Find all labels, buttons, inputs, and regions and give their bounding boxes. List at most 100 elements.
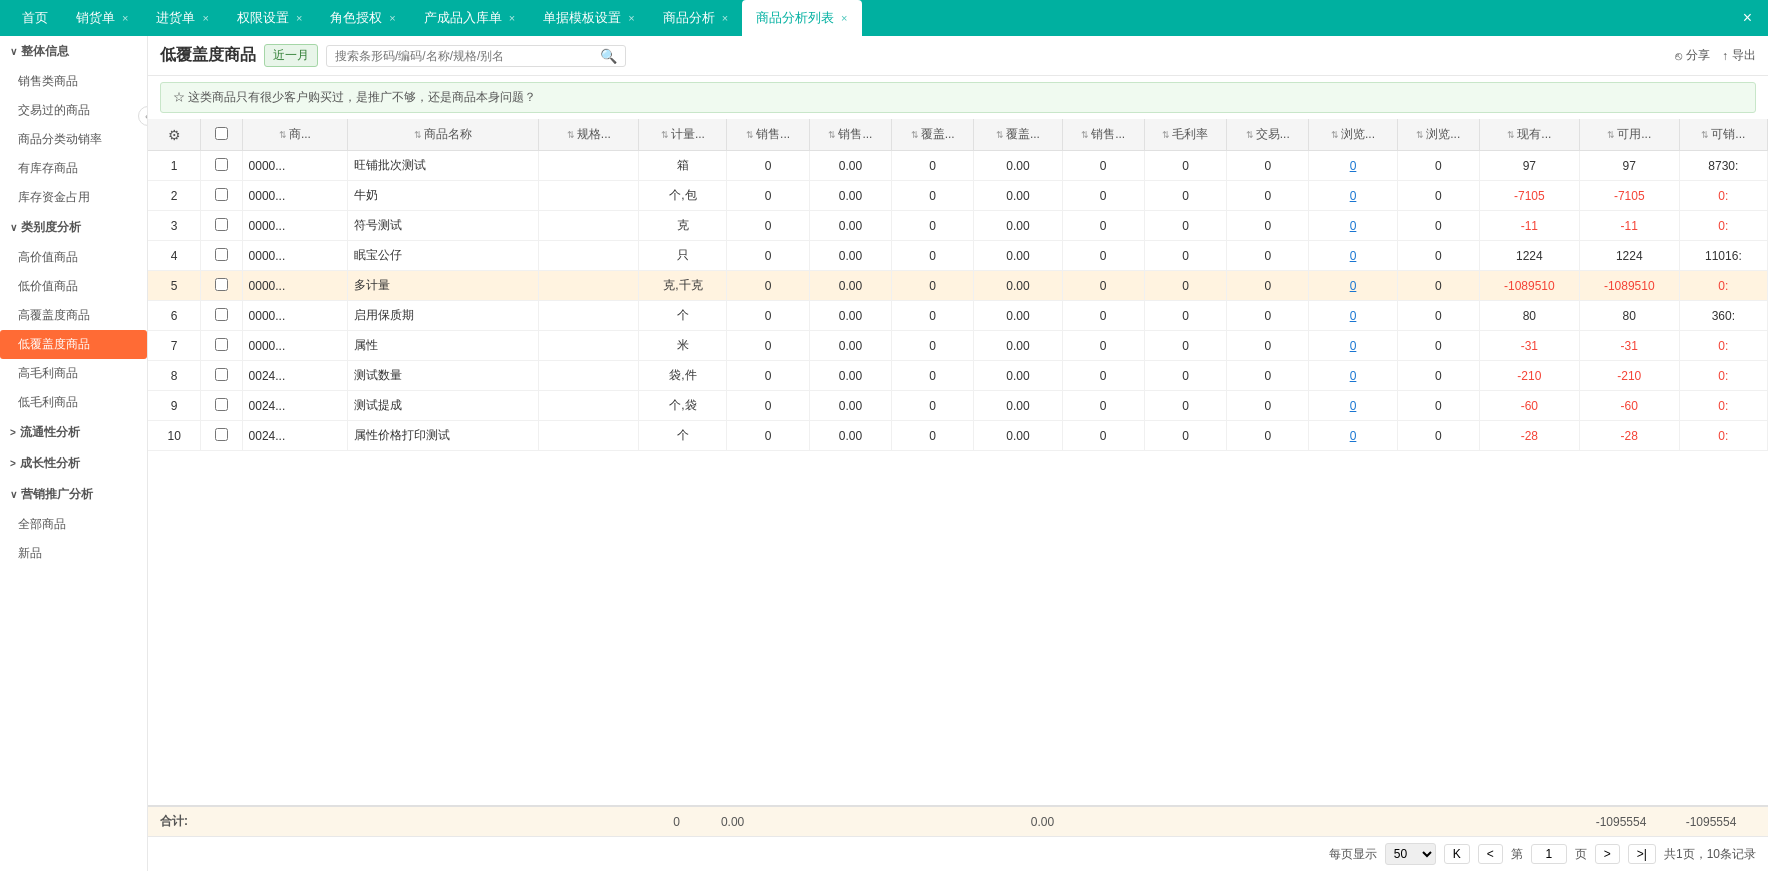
sidebar-item-low-coverage[interactable]: 低覆盖度商品 [0, 330, 147, 359]
th-cover-amt[interactable]: ⇅覆盖... [974, 119, 1062, 151]
first-page-button[interactable]: K [1444, 844, 1470, 864]
cell-browse1[interactable]: 0 [1309, 421, 1397, 451]
nav-permission[interactable]: 权限设置 × [223, 0, 316, 36]
sidebar-section-overall[interactable]: ∨ 整体信息 [0, 36, 147, 67]
sidebar-section-category[interactable]: ∨ 类别度分析 [0, 212, 147, 243]
row-checkbox[interactable] [215, 338, 228, 351]
nav-purchase[interactable]: 进货单 × [142, 0, 222, 36]
row-checkbox[interactable] [215, 248, 228, 261]
sidebar-item-low-margin[interactable]: 低毛利商品 [0, 388, 147, 417]
nav-role-close[interactable]: × [389, 0, 395, 36]
nav-analysis[interactable]: 商品分析 × [649, 0, 742, 36]
nav-product-warehouse-close[interactable]: × [509, 0, 515, 36]
sidebar-item-high-margin[interactable]: 高毛利商品 [0, 359, 147, 388]
cell-browse1[interactable]: 0 [1309, 241, 1397, 271]
cell-browse1[interactable]: 0 [1309, 181, 1397, 211]
th-last[interactable]: ⇅可销... [1679, 119, 1767, 151]
cell-cover-amt: 0.00 [974, 211, 1062, 241]
sidebar-item-traded-goods[interactable]: 交易过的商品 [0, 96, 147, 125]
select-all-checkbox[interactable] [215, 127, 228, 140]
sidebar-section-marketing[interactable]: ∨ 营销推广分析 [0, 479, 147, 510]
cell-check[interactable] [201, 421, 242, 451]
search-icon[interactable]: 🔍 [600, 48, 617, 64]
nav-home[interactable]: 首页 [8, 0, 62, 36]
cell-check[interactable] [201, 331, 242, 361]
th-code[interactable]: ⇅商... [242, 119, 348, 151]
th-sales-cnt[interactable]: ⇅销售... [727, 119, 809, 151]
cell-check[interactable] [201, 361, 242, 391]
sidebar-item-in-stock[interactable]: 有库存商品 [0, 154, 147, 183]
th-unit[interactable]: ⇅计量... [639, 119, 727, 151]
last-page-button[interactable]: >| [1628, 844, 1656, 864]
row-checkbox[interactable] [215, 188, 228, 201]
th-browse1[interactable]: ⇅浏览... [1309, 119, 1397, 151]
th-spec[interactable]: ⇅规格... [539, 119, 639, 151]
cell-check[interactable] [201, 181, 242, 211]
nav-permission-close[interactable]: × [296, 0, 302, 36]
row-checkbox[interactable] [215, 218, 228, 231]
th-cover-cnt[interactable]: ⇅覆盖... [892, 119, 974, 151]
sidebar-item-category-rate[interactable]: 商品分类动销率 [0, 125, 147, 154]
cell-check[interactable] [201, 271, 242, 301]
row-checkbox[interactable] [215, 368, 228, 381]
cell-check[interactable] [201, 151, 242, 181]
share-button[interactable]: ⎋ 分享 [1675, 47, 1710, 64]
nav-product-warehouse[interactable]: 产成品入库单 × [410, 0, 529, 36]
th-trans[interactable]: ⇅交易... [1227, 119, 1309, 151]
sidebar-item-low-value[interactable]: 低价值商品 [0, 272, 147, 301]
th-name[interactable]: ⇅商品名称 [348, 119, 539, 151]
nav-template-close[interactable]: × [628, 0, 634, 36]
sidebar-item-high-coverage[interactable]: 高覆盖度商品 [0, 301, 147, 330]
cell-check[interactable] [201, 241, 242, 271]
cell-browse1[interactable]: 0 [1309, 211, 1397, 241]
sidebar-item-stock-capital[interactable]: 库存资金占用 [0, 183, 147, 212]
nav-analysis-list-close[interactable]: × [841, 0, 847, 36]
cell-num: 9 [148, 391, 201, 421]
nav-sales-close[interactable]: × [122, 0, 128, 36]
nav-template[interactable]: 单据模板设置 × [529, 0, 648, 36]
th-sales-x[interactable]: ⇅销售... [1062, 119, 1144, 151]
page-number-input[interactable] [1531, 844, 1567, 864]
row-checkbox[interactable] [215, 428, 228, 441]
settings-icon[interactable]: ⚙ [168, 127, 181, 143]
nav-role[interactable]: 角色授权 × [316, 0, 409, 36]
sidebar-item-new-goods[interactable]: 新品 [0, 539, 147, 568]
th-stock1[interactable]: ⇅现有... [1479, 119, 1579, 151]
cell-check[interactable] [201, 211, 242, 241]
prev-page-button[interactable]: < [1478, 844, 1503, 864]
search-input[interactable] [335, 49, 600, 63]
sidebar-section-growth[interactable]: > 成长性分析 [0, 448, 147, 479]
cell-browse1[interactable]: 0 [1309, 391, 1397, 421]
next-page-button[interactable]: > [1595, 844, 1620, 864]
row-checkbox[interactable] [215, 158, 228, 171]
th-browse2[interactable]: ⇅浏览... [1397, 119, 1479, 151]
th-stock2[interactable]: ⇅可用... [1579, 119, 1679, 151]
cell-gross: 0 [1144, 181, 1226, 211]
nav-analysis-close[interactable]: × [722, 0, 728, 36]
nav-sales[interactable]: 销货单 × [62, 0, 142, 36]
row-checkbox[interactable] [215, 308, 228, 321]
row-checkbox[interactable] [215, 398, 228, 411]
th-check[interactable] [201, 119, 242, 151]
cell-check[interactable] [201, 391, 242, 421]
row-checkbox[interactable] [215, 278, 228, 291]
th-sales-amt[interactable]: ⇅销售... [809, 119, 891, 151]
cell-browse1[interactable]: 0 [1309, 271, 1397, 301]
th-gross[interactable]: ⇅毛利率 [1144, 119, 1226, 151]
window-close-button[interactable]: × [1735, 9, 1760, 27]
page-size-select[interactable]: 50 20 100 200 [1385, 843, 1436, 865]
cell-sales-x: 0 [1062, 331, 1144, 361]
cell-browse1[interactable]: 0 [1309, 361, 1397, 391]
cell-check[interactable] [201, 301, 242, 331]
export-button[interactable]: ↑ 导出 [1722, 47, 1756, 64]
sidebar-item-sales-goods[interactable]: 销售类商品 [0, 67, 147, 96]
nav-analysis-list[interactable]: 商品分析列表 × [742, 0, 861, 36]
nav-purchase-close[interactable]: × [202, 0, 208, 36]
sidebar-item-high-value[interactable]: 高价值商品 [0, 243, 147, 272]
cell-browse1[interactable]: 0 [1309, 331, 1397, 361]
sidebar-section-liquidity[interactable]: > 流通性分析 [0, 417, 147, 448]
cell-browse1[interactable]: 0 [1309, 301, 1397, 331]
sidebar-item-all-goods[interactable]: 全部商品 [0, 510, 147, 539]
time-filter-button[interactable]: 近一月 [264, 44, 318, 67]
cell-browse1[interactable]: 0 [1309, 151, 1397, 181]
